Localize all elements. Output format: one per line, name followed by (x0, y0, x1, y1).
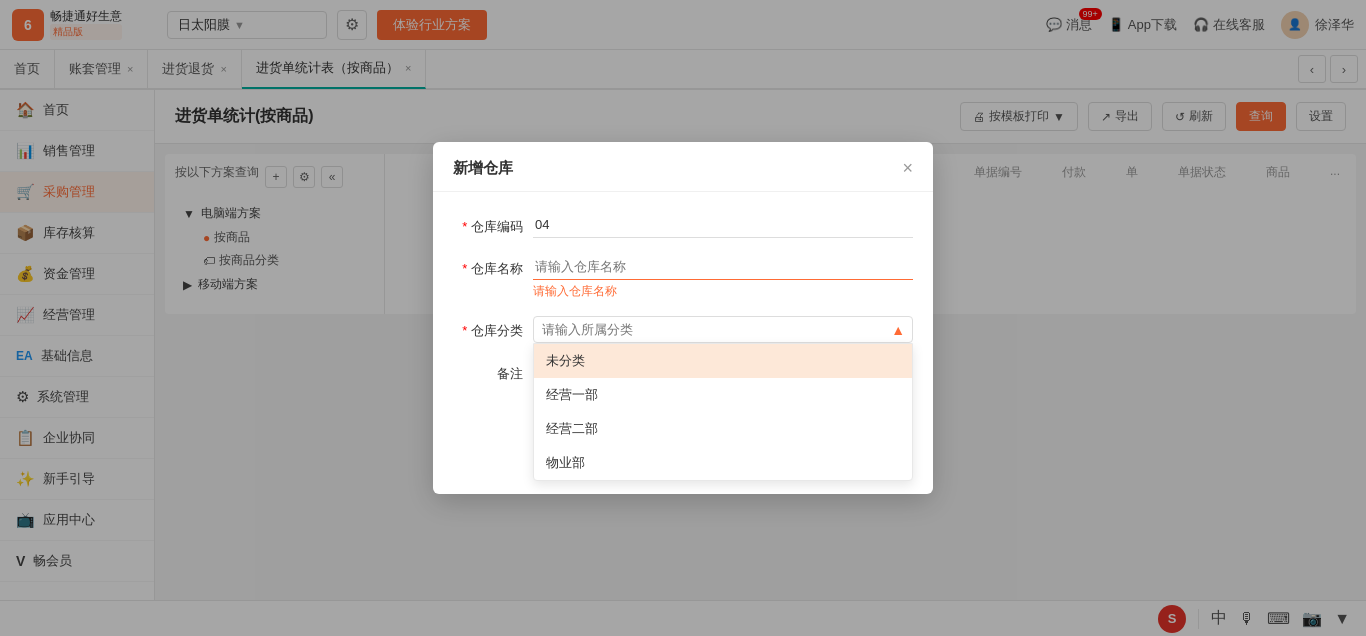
dropdown-item-ops1[interactable]: 经营一部 (534, 378, 912, 412)
dropdown-item-property[interactable]: 物业部 (534, 446, 912, 480)
name-input[interactable] (533, 254, 913, 280)
modal-close-button[interactable]: × (902, 158, 913, 179)
category-dropdown: 未分类 经营一部 经营二部 物业部 (533, 343, 913, 481)
name-label: * 仓库名称 (453, 254, 533, 278)
category-arrow-icon[interactable]: ▲ (891, 322, 905, 338)
modal-body: * 仓库编码 * 仓库名称 请输入仓库名称 (433, 192, 933, 430)
code-input[interactable] (533, 212, 913, 238)
name-error-msg: 请输入仓库名称 (533, 283, 913, 300)
code-field (533, 212, 913, 238)
form-row-code: * 仓库编码 (453, 212, 913, 238)
category-input[interactable] (533, 316, 913, 343)
modal-overlay: 新增仓库 × * 仓库编码 * 仓库名称 (0, 0, 1366, 636)
modal-title: 新增仓库 (453, 159, 513, 178)
dropdown-item-ops2[interactable]: 经营二部 (534, 412, 912, 446)
category-field: ▲ 未分类 经营一部 经营二部 物业部 (533, 316, 913, 343)
category-label: * 仓库分类 (453, 316, 533, 340)
note-label: 备注 (453, 359, 533, 383)
form-row-category: * 仓库分类 ▲ 未分类 经营一部 经营二部 物业部 (453, 316, 913, 343)
add-warehouse-modal: 新增仓库 × * 仓库编码 * 仓库名称 (433, 142, 933, 494)
name-field: 请输入仓库名称 (533, 254, 913, 300)
form-row-name: * 仓库名称 请输入仓库名称 (453, 254, 913, 300)
code-label: * 仓库编码 (453, 212, 533, 236)
modal-header: 新增仓库 × (433, 142, 933, 192)
dropdown-item-uncategorized[interactable]: 未分类 (534, 344, 912, 378)
